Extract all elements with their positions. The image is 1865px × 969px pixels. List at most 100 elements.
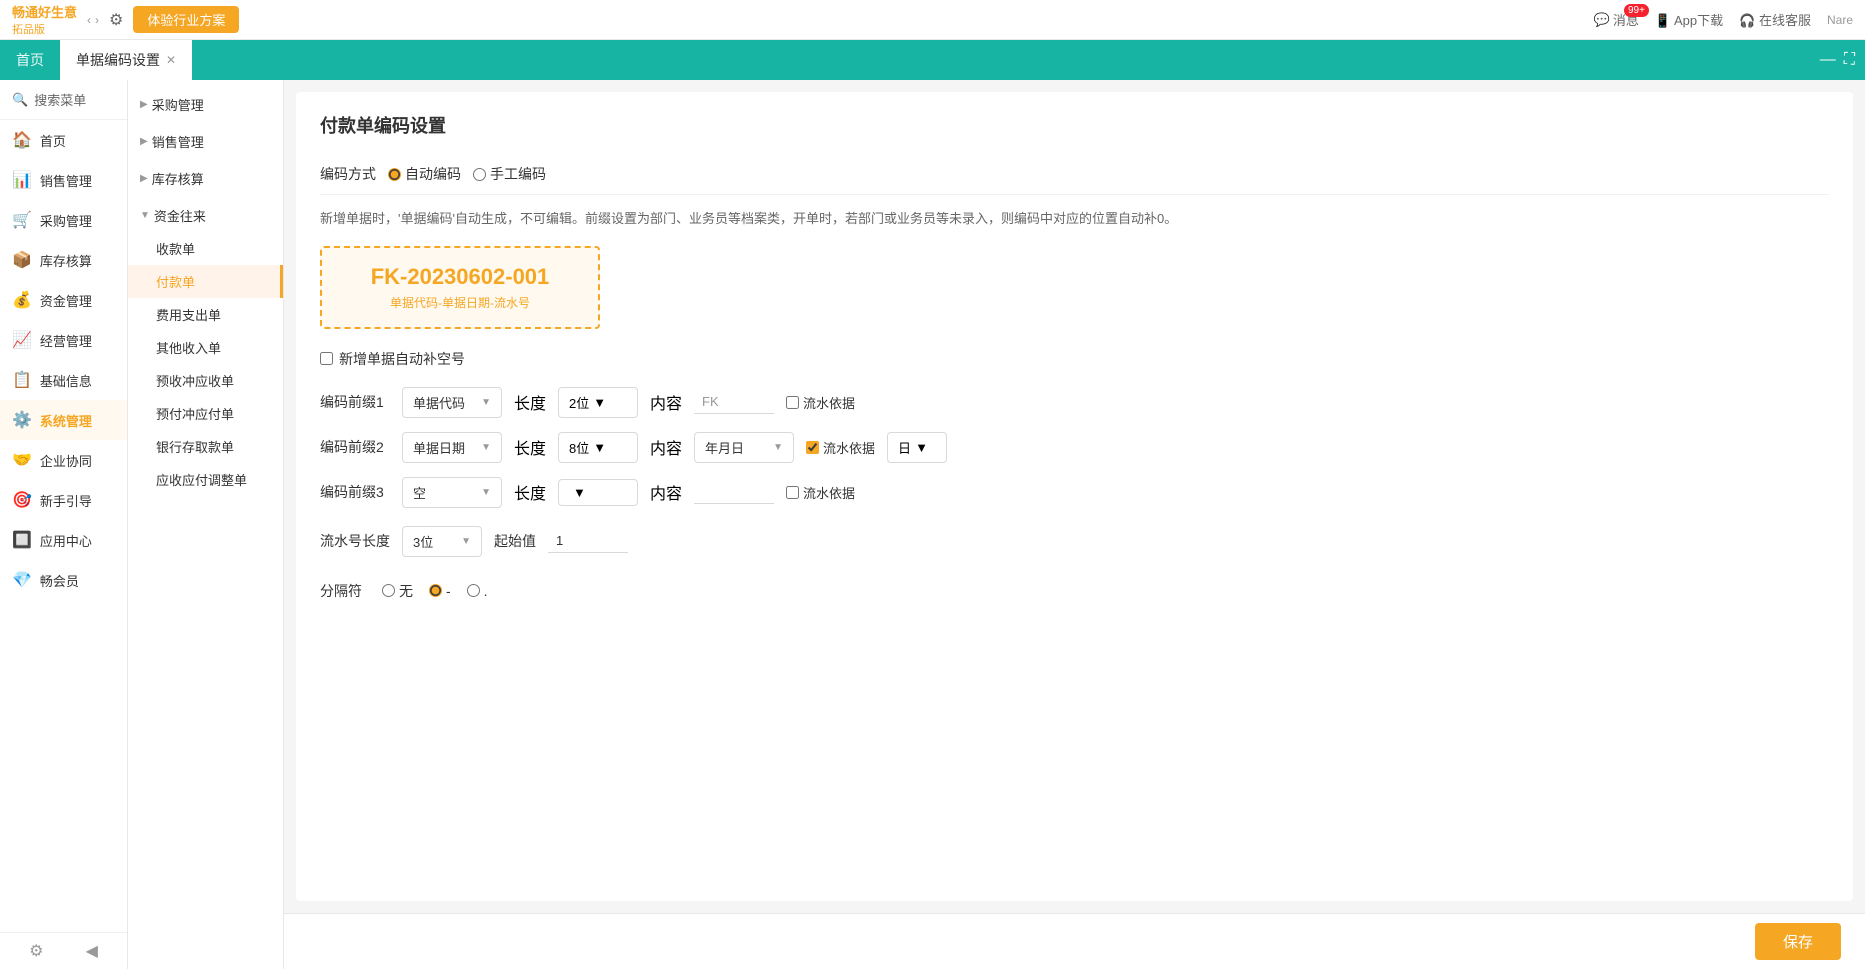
- prefix2-length-select[interactable]: 8位 ▼: [558, 432, 638, 463]
- prefix2-content-select[interactable]: 年月日 ▼: [694, 432, 794, 463]
- search-icon: 🔍: [12, 92, 28, 108]
- sidebar-item-adjust[interactable]: 应收应付调整单: [128, 463, 283, 496]
- main-area: 🔍 搜索菜单 🏠 首页 📊 销售管理 🛒 采购管理 📦 库存核算 💰 资金管理 …: [0, 80, 1865, 969]
- group-sales-header[interactable]: ▶ 销售管理: [128, 125, 283, 158]
- left-sidebar: 🔍 搜索菜单 🏠 首页 📊 销售管理 🛒 采购管理 📦 库存核算 💰 资金管理 …: [0, 80, 128, 969]
- prefix2-serial-checkbox-label[interactable]: 流水依据: [806, 438, 875, 457]
- chevron-down-icon: ▼: [915, 440, 928, 455]
- info-text: 新增单据时，'单据编码'自动生成，不可编辑。前缀设置为部门、业务员等档案类，开单…: [320, 209, 1829, 230]
- user-name: Nare: [1827, 13, 1853, 27]
- sidebar-item-other-income[interactable]: 其他收入单: [128, 331, 283, 364]
- prefix1-content-input: [694, 390, 774, 414]
- sidebar-item-expense[interactable]: 费用支出单: [128, 298, 283, 331]
- chevron-down-icon: ▼: [140, 210, 150, 221]
- sidebar-item-guide[interactable]: 🎯 新手引导: [0, 480, 127, 520]
- sidebar-item-basic[interactable]: 📋 基础信息: [0, 360, 127, 400]
- back-icon[interactable]: ‹: [87, 13, 91, 27]
- prefix3-select[interactable]: 空 ▼: [402, 477, 502, 508]
- search-menu-button[interactable]: 🔍 搜索菜单: [0, 80, 127, 120]
- auto-encode-option[interactable]: 自动编码: [388, 164, 461, 184]
- message-button[interactable]: 💬 消息 99+: [1594, 10, 1639, 29]
- guide-icon: 🎯: [12, 490, 32, 510]
- prefix3-serial-checkbox[interactable]: [786, 486, 799, 499]
- prefix1-content-label: 内容: [650, 390, 682, 414]
- sep-dash-option[interactable]: -: [429, 583, 451, 599]
- sidebar-item-home[interactable]: 🏠 首页: [0, 120, 127, 160]
- online-service-button[interactable]: 🎧 在线客服: [1739, 10, 1811, 29]
- sidebar-item-receipt[interactable]: 收款单: [128, 232, 283, 265]
- tab-document-encoding[interactable]: 单据编码设置 ✕: [60, 40, 192, 80]
- serial-length-select[interactable]: 3位 ▼: [402, 526, 482, 557]
- sidebar-item-payment[interactable]: 付款单: [128, 265, 283, 298]
- sidebar-item-management[interactable]: 📈 经营管理: [0, 320, 127, 360]
- prefix1-label: 编码前缀1: [320, 392, 390, 412]
- sidebar-item-system[interactable]: ⚙️ 系统管理: [0, 400, 127, 440]
- prefix1-length-select[interactable]: 2位 ▼: [558, 387, 638, 418]
- sep-dot-radio[interactable]: [467, 584, 480, 597]
- start-value-input[interactable]: [548, 529, 628, 553]
- app-logo: 畅通好生意 拓品版: [12, 2, 77, 37]
- sep-dash-radio[interactable]: [429, 584, 442, 597]
- prefix2-day-select[interactable]: 日 ▼: [887, 432, 947, 463]
- tab-home[interactable]: 首页: [0, 40, 60, 80]
- group-capital-header[interactable]: ▼ 资金往来: [128, 199, 283, 232]
- basic-icon: 📋: [12, 370, 32, 390]
- sales-icon: 📊: [12, 170, 32, 190]
- chevron-down-icon: ▼: [461, 536, 471, 547]
- sidebar-item-prepaid-receivable[interactable]: 预收冲应收单: [128, 364, 283, 397]
- maximize-icon[interactable]: ⛶: [1844, 51, 1855, 69]
- sep-none-radio[interactable]: [382, 584, 395, 597]
- prefix3-serial-checkbox-label[interactable]: 流水依据: [786, 483, 855, 502]
- serial-length-label: 流水号长度: [320, 531, 390, 551]
- prefix1-select[interactable]: 单据代码 ▼: [402, 387, 502, 418]
- prefix2-serial-checkbox[interactable]: [806, 441, 819, 454]
- tab-close-icon[interactable]: ✕: [166, 53, 176, 67]
- auto-encode-radio[interactable]: [388, 168, 401, 181]
- separator-radio-group: 无 - .: [382, 581, 488, 601]
- settings-bottom-icon[interactable]: ⚙: [29, 941, 43, 961]
- group-inventory-header[interactable]: ▶ 库存核算: [128, 162, 283, 195]
- sidebar-item-prepaid-payable[interactable]: 预付冲应付单: [128, 397, 283, 430]
- code-preview-sub: 单据代码-单据日期-流水号: [346, 294, 574, 311]
- prefix2-content-label: 内容: [650, 435, 682, 459]
- sidebar-item-cooperation[interactable]: 🤝 企业协同: [0, 440, 127, 480]
- center-sidebar: ▶ 采购管理 ▶ 销售管理 ▶ 库存核算 ▼ 资金往来 收款单: [128, 80, 284, 969]
- sidebar-item-bank[interactable]: 银行存取款单: [128, 430, 283, 463]
- prefix3-content-input: [694, 480, 774, 504]
- auto-fill-checkbox[interactable]: [320, 352, 333, 365]
- chevron-down-icon: ▼: [481, 397, 491, 408]
- chevron-down-icon: ▼: [481, 442, 491, 453]
- prefix1-serial-checkbox[interactable]: [786, 396, 799, 409]
- minimize-icon[interactable]: —: [1820, 51, 1836, 69]
- sep-dot-option[interactable]: .: [467, 583, 488, 599]
- group-purchase-header[interactable]: ▶ 采购管理: [128, 88, 283, 121]
- prefix3-length-select[interactable]: ▼: [558, 479, 638, 506]
- sidebar-item-inventory[interactable]: 📦 库存核算: [0, 240, 127, 280]
- page-title: 付款单编码设置: [320, 112, 1829, 138]
- collapse-icon[interactable]: ◀: [86, 941, 98, 961]
- sidebar-item-purchase[interactable]: 🛒 采购管理: [0, 200, 127, 240]
- group-purchase: ▶ 采购管理: [128, 88, 283, 121]
- separator-label: 分隔符: [320, 581, 370, 601]
- forward-icon[interactable]: ›: [95, 13, 99, 27]
- prefix2-row: 编码前缀2 单据日期 ▼ 长度 8位 ▼ 内容 年月日 ▼: [320, 432, 1829, 463]
- save-button[interactable]: 保存: [1755, 923, 1841, 960]
- home-icon: 🏠: [12, 130, 32, 150]
- chevron-right-icon: ▶: [140, 99, 148, 110]
- settings-icon[interactable]: ⚙: [109, 10, 123, 30]
- trial-button[interactable]: 体验行业方案: [133, 6, 239, 33]
- cooperation-icon: 🤝: [12, 450, 32, 470]
- prefix1-serial-checkbox-label[interactable]: 流水依据: [786, 393, 855, 412]
- manual-encode-radio[interactable]: [473, 168, 486, 181]
- sidebar-item-finance[interactable]: 💰 资金管理: [0, 280, 127, 320]
- prefix1-row: 编码前缀1 单据代码 ▼ 长度 2位 ▼ 内容 流水依据: [320, 387, 1829, 418]
- auto-fill-label: 新增单据自动补空号: [339, 349, 465, 369]
- sidebar-item-sales[interactable]: 📊 销售管理: [0, 160, 127, 200]
- sidebar-item-app-center[interactable]: 🔲 应用中心: [0, 520, 127, 560]
- app-download-button[interactable]: 📱 App下载: [1655, 10, 1723, 29]
- group-inventory: ▶ 库存核算: [128, 162, 283, 195]
- sep-none-option[interactable]: 无: [382, 581, 413, 601]
- sidebar-item-vip[interactable]: 💎 畅会员: [0, 560, 127, 600]
- manual-encode-option[interactable]: 手工编码: [473, 164, 546, 184]
- prefix2-select[interactable]: 单据日期 ▼: [402, 432, 502, 463]
